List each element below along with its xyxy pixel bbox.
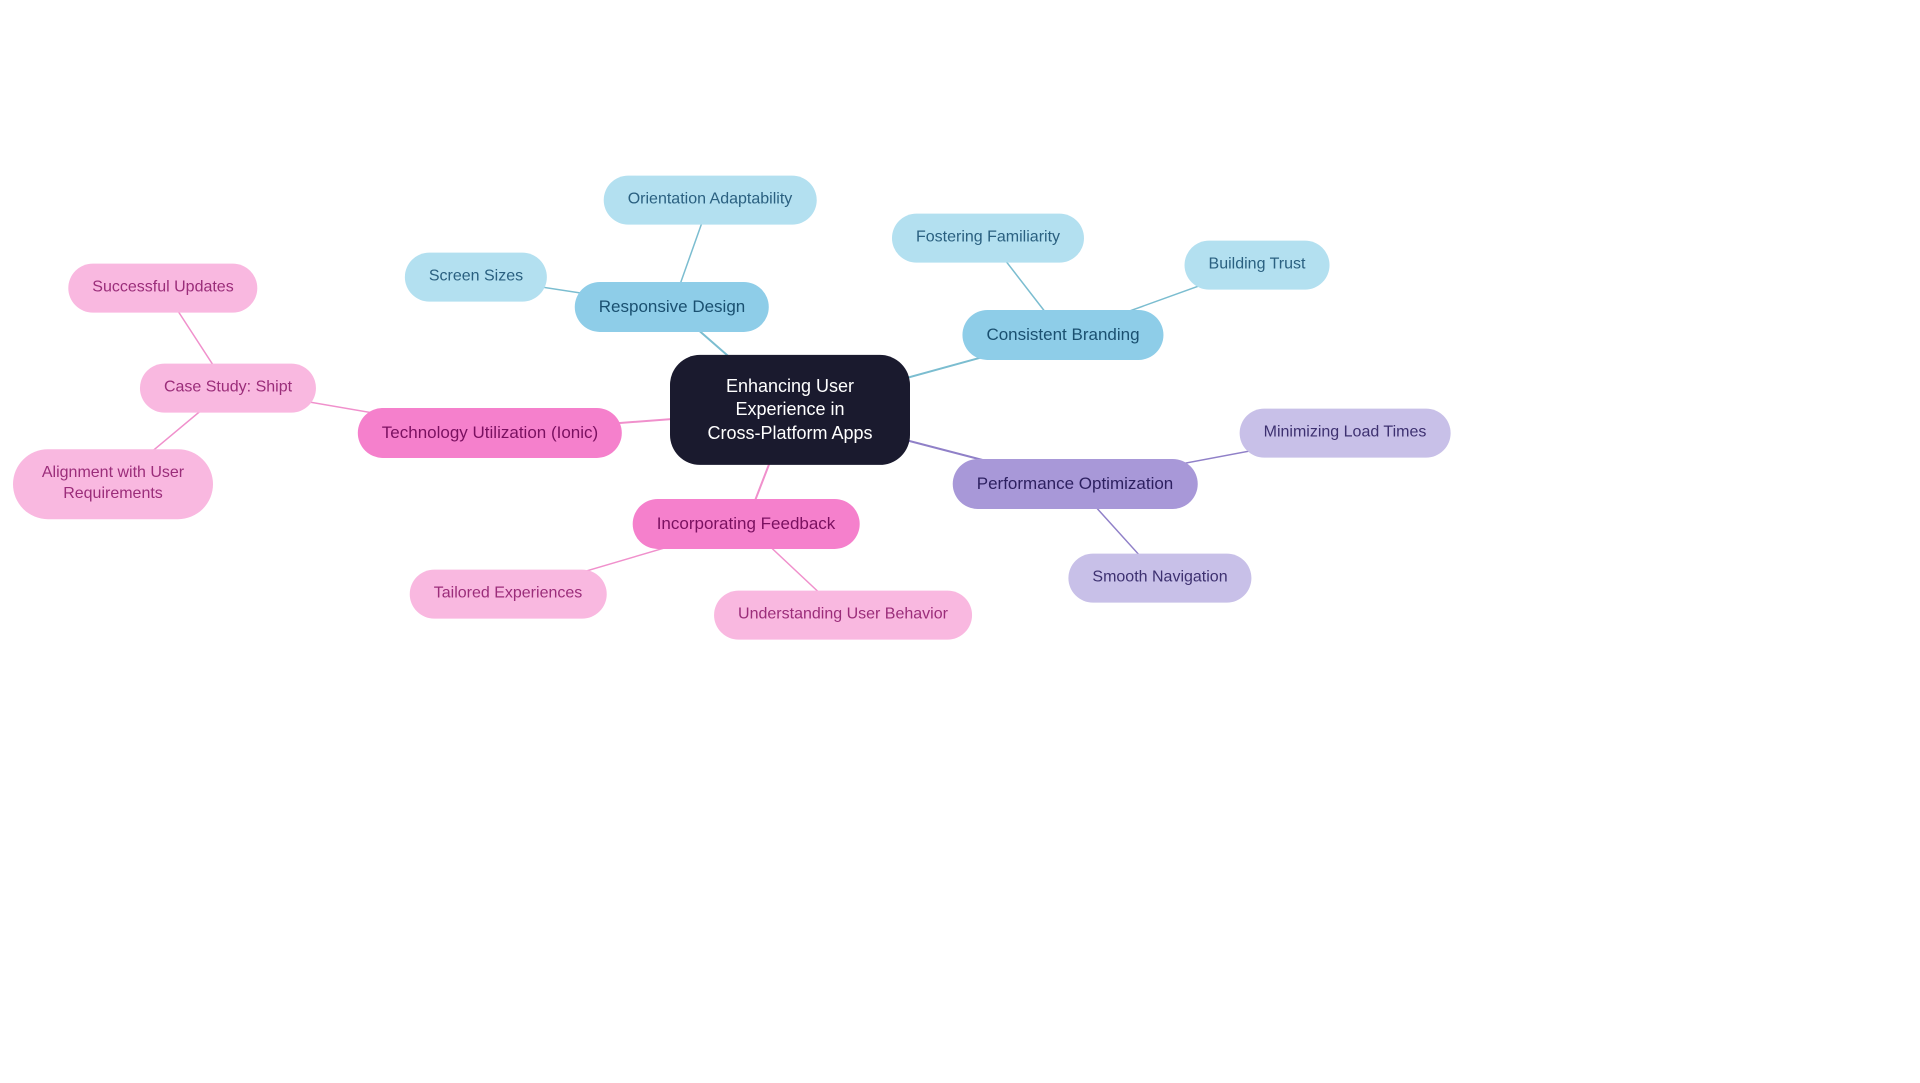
performance-optimization-node[interactable]: Performance Optimization	[953, 459, 1198, 509]
minimizing-load-times-label: Minimizing Load Times	[1264, 423, 1427, 444]
screen-sizes-label: Screen Sizes	[429, 267, 523, 288]
responsive-design-label: Responsive Design	[599, 296, 745, 318]
understanding-user-behavior-node[interactable]: Understanding User Behavior	[714, 591, 972, 640]
alignment-user-requirements-node[interactable]: Alignment with User Requirements	[13, 449, 213, 519]
alignment-user-requirements-label: Alignment with User Requirements	[37, 463, 189, 505]
incorporating-feedback-label: Incorporating Feedback	[657, 513, 836, 535]
minimizing-load-times-node[interactable]: Minimizing Load Times	[1240, 409, 1451, 458]
consistent-branding-label: Consistent Branding	[986, 324, 1139, 346]
case-study-shipt-label: Case Study: Shipt	[164, 378, 292, 399]
successful-updates-node[interactable]: Successful Updates	[68, 264, 257, 313]
tailored-experiences-node[interactable]: Tailored Experiences	[410, 570, 607, 619]
mind-map-container: Enhancing User Experience inCross-Platfo…	[0, 0, 1920, 1083]
smooth-navigation-label: Smooth Navigation	[1092, 568, 1227, 589]
orientation-adaptability-node[interactable]: Orientation Adaptability	[604, 176, 817, 225]
consistent-branding-node[interactable]: Consistent Branding	[962, 310, 1163, 360]
building-trust-label: Building Trust	[1209, 255, 1306, 276]
performance-optimization-label: Performance Optimization	[977, 473, 1174, 495]
smooth-navigation-node[interactable]: Smooth Navigation	[1068, 554, 1251, 603]
fostering-familiarity-label: Fostering Familiarity	[916, 228, 1060, 249]
orientation-adaptability-label: Orientation Adaptability	[628, 190, 793, 211]
understanding-user-behavior-label: Understanding User Behavior	[738, 605, 948, 626]
case-study-shipt-node[interactable]: Case Study: Shipt	[140, 364, 316, 413]
responsive-design-node[interactable]: Responsive Design	[575, 282, 769, 332]
tailored-experiences-label: Tailored Experiences	[434, 584, 583, 605]
successful-updates-label: Successful Updates	[92, 278, 233, 299]
screen-sizes-node[interactable]: Screen Sizes	[405, 253, 547, 302]
connection-lines	[0, 0, 1920, 1083]
incorporating-feedback-node[interactable]: Incorporating Feedback	[633, 499, 860, 549]
center-node[interactable]: Enhancing User Experience inCross-Platfo…	[670, 355, 910, 465]
technology-utilization-label: Technology Utilization (Ionic)	[382, 422, 598, 444]
center-label: Enhancing User Experience inCross-Platfo…	[700, 375, 880, 445]
building-trust-node[interactable]: Building Trust	[1185, 241, 1330, 290]
technology-utilization-node[interactable]: Technology Utilization (Ionic)	[358, 408, 622, 458]
fostering-familiarity-node[interactable]: Fostering Familiarity	[892, 214, 1084, 263]
